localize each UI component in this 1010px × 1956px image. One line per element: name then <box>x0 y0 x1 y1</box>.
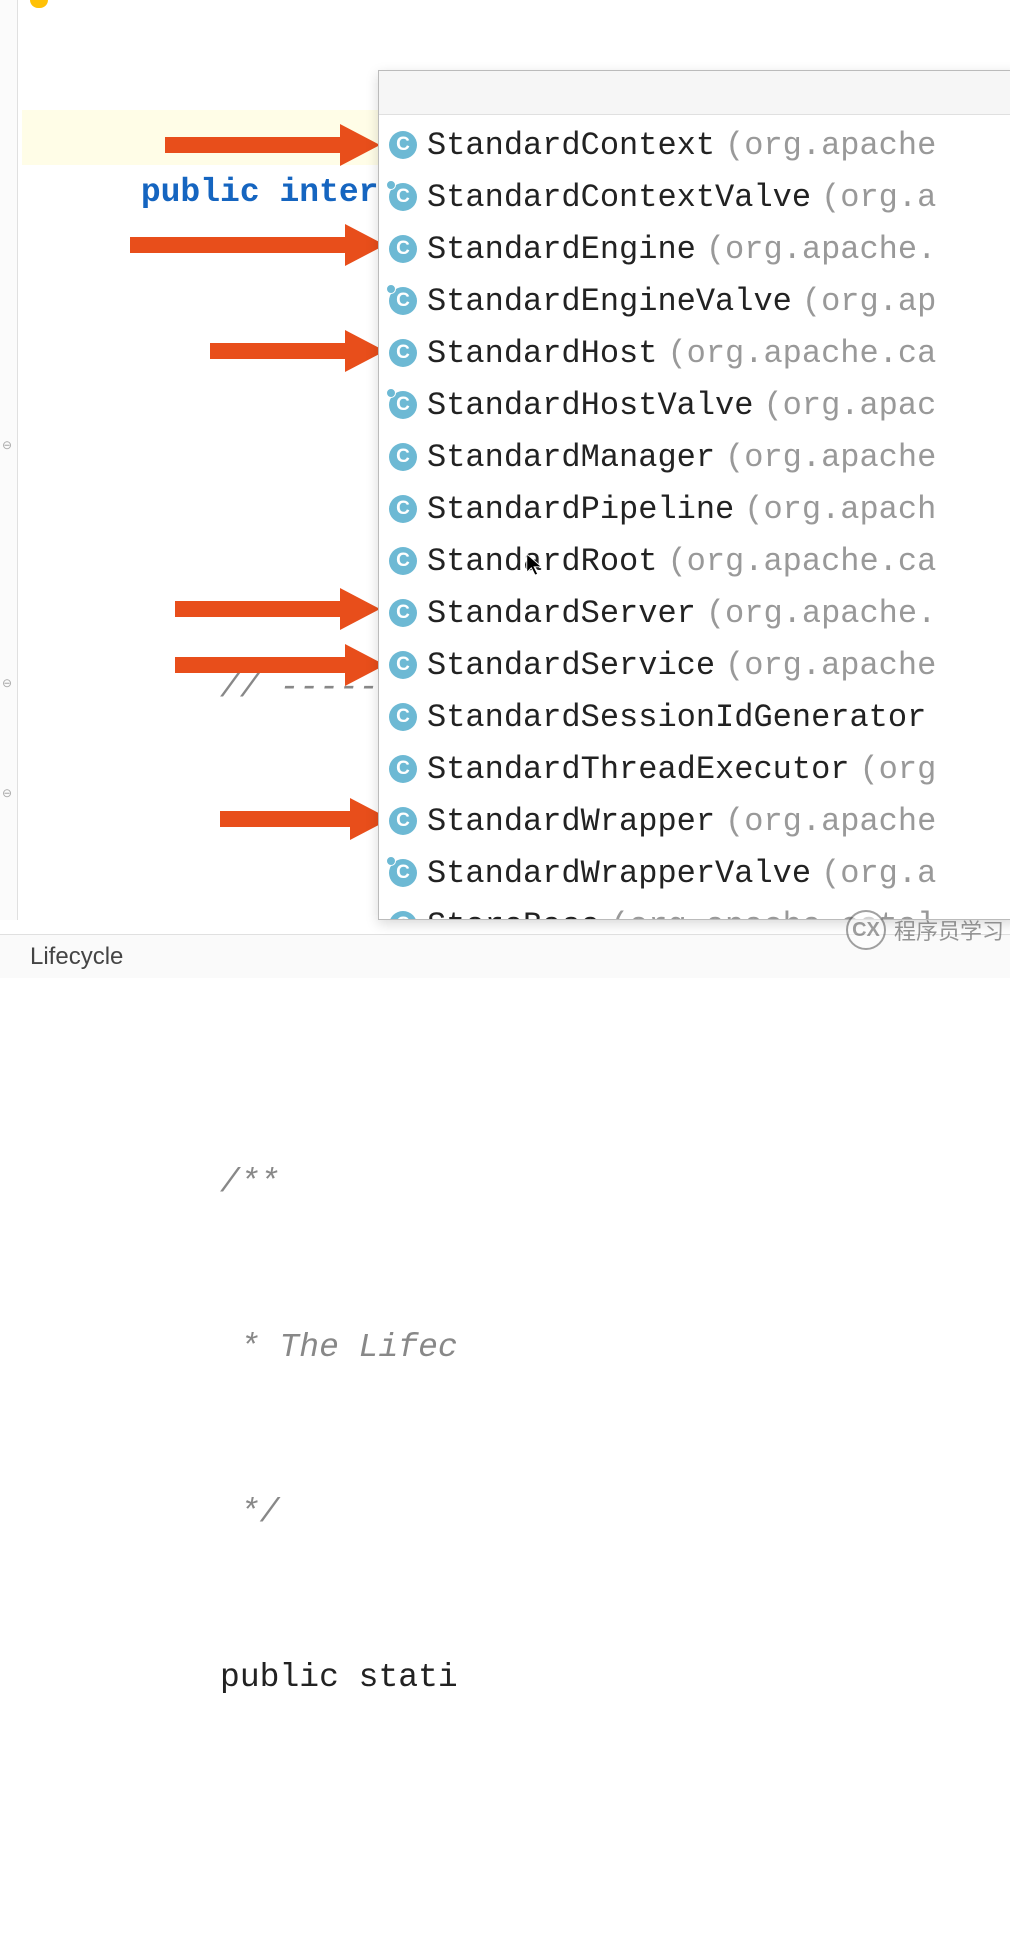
popup-header: C <box>379 71 1010 115</box>
completion-package: (org.a <box>821 179 936 216</box>
completion-class-name: StandardService <box>427 647 715 684</box>
completion-package: (org.apache <box>725 127 936 164</box>
class-icon: C <box>389 807 417 835</box>
class-icon: C <box>389 339 417 367</box>
completion-class-name: StandardHost <box>427 335 657 372</box>
fold-marker-icon[interactable]: ⊖ <box>2 438 16 452</box>
class-icon: C <box>389 131 417 159</box>
class-icon: C <box>389 859 417 887</box>
javadoc-close: */ <box>220 1494 279 1531</box>
completion-class-name: StandardWrapperValve <box>427 855 811 892</box>
annotation-arrow-icon <box>220 804 390 828</box>
completion-item[interactable]: C StandardServer (org.apache. <box>379 587 1010 639</box>
completion-class-name: StandardRoot <box>427 543 657 580</box>
completion-item[interactable]: C StandardEngineValve (org.ap <box>379 275 1010 327</box>
annotation-arrow-icon <box>175 650 385 674</box>
class-icon: C <box>389 391 417 419</box>
completion-class-name: StandardContextValve <box>427 179 811 216</box>
completion-class-name: StandardContext <box>427 127 715 164</box>
annotation-arrow-icon <box>175 594 380 618</box>
javadoc-body: * The Lifec <box>220 1329 458 1366</box>
completion-class-name: StandardPipeline <box>427 491 734 528</box>
completion-class-name: StandardEngine <box>427 231 696 268</box>
fold-marker-icon[interactable]: ⊖ <box>2 786 16 800</box>
completion-class-name: StandardSessionIdGenerator <box>427 699 926 736</box>
completion-item[interactable]: C StandardSessionIdGenerator <box>379 691 1010 743</box>
completion-package: (org.ap <box>802 283 936 320</box>
keyword-public: public <box>141 174 260 211</box>
class-icon: C <box>389 235 417 263</box>
class-icon: C <box>389 651 417 679</box>
completion-item[interactable]: C StandardThreadExecutor (org <box>379 743 1010 795</box>
class-icon: C <box>389 755 417 783</box>
completion-package: (org.apache.ca <box>667 335 936 372</box>
completion-item[interactable]: C StandardWrapper (org.apache <box>379 795 1010 847</box>
annotation-arrow-icon <box>130 230 385 254</box>
field-decl: public stati <box>220 1659 458 1696</box>
class-icon: C <box>389 911 417 920</box>
watermark-logo-icon: CX <box>846 910 886 950</box>
completion-class-name: StandardHostValve <box>427 387 753 424</box>
class-icon: C <box>389 495 417 523</box>
breadcrumb[interactable]: Lifecycle <box>30 943 123 971</box>
completion-package: (org.apache <box>725 803 936 840</box>
javadoc-open: /** <box>220 1164 279 1201</box>
completion-item[interactable]: C StandardHostValve (org.apac <box>379 379 1010 431</box>
completion-item[interactable]: C StandardRoot (org.apache.ca <box>379 535 1010 587</box>
completion-item[interactable]: C StandardPipeline (org.apach <box>379 483 1010 535</box>
completion-package: (org.apache. <box>706 595 936 632</box>
completion-package: (org.apache <box>725 647 936 684</box>
completion-class-name: StandardEngineValve <box>427 283 792 320</box>
completion-item[interactable]: C StandardContextValve (org.a <box>379 171 1010 223</box>
completion-class-name: StandardServer <box>427 595 696 632</box>
completion-package: (org.a <box>821 855 936 892</box>
class-icon: C <box>389 287 417 315</box>
watermark-text: 程序员学习 <box>894 914 1004 946</box>
completion-class-name: StandardManager <box>427 439 715 476</box>
completion-package: (org.apac <box>763 387 936 424</box>
class-icon: C <box>389 703 417 731</box>
completion-package: (org.apache. <box>706 231 936 268</box>
completion-package: (org.apache.ca <box>667 543 936 580</box>
fold-marker-icon[interactable]: ⊖ <box>2 676 16 690</box>
completion-list[interactable]: C StandardContext (org.apache C StandardCont… <box>379 115 1010 920</box>
annotation-arrow-icon <box>210 336 385 360</box>
completion-item[interactable]: C StandardHost (org.apache.ca <box>379 327 1010 379</box>
completion-package: (org.apache <box>725 439 936 476</box>
class-icon: C <box>389 599 417 627</box>
completion-item[interactable]: C StandardContext (org.apache <box>379 119 1010 171</box>
gutter: ⊖ ⊖ ⊖ <box>0 0 18 920</box>
completion-package: (org.apach <box>744 491 936 528</box>
completion-item[interactable]: C StandardManager (org.apache <box>379 431 1010 483</box>
completion-item[interactable]: C StandardEngine (org.apache. <box>379 223 1010 275</box>
completion-item[interactable]: C StandardService (org.apache <box>379 639 1010 691</box>
completion-class-name: StoreBase <box>427 907 600 921</box>
completion-package: (org <box>859 751 936 788</box>
completion-class-name: StandardWrapper <box>427 803 715 840</box>
completion-class-name: StandardThreadExecutor <box>427 751 849 788</box>
completion-item[interactable]: C StandardWrapperValve (org.a <box>379 847 1010 899</box>
watermark: CX 程序员学习 <box>846 910 1004 950</box>
class-icon: C <box>389 443 417 471</box>
class-icon: C <box>389 183 417 211</box>
annotation-arrow-icon <box>165 130 380 154</box>
completion-popup[interactable]: C C StandardContext (org.apache C StandardCo… <box>378 70 1010 920</box>
class-icon: C <box>389 547 417 575</box>
